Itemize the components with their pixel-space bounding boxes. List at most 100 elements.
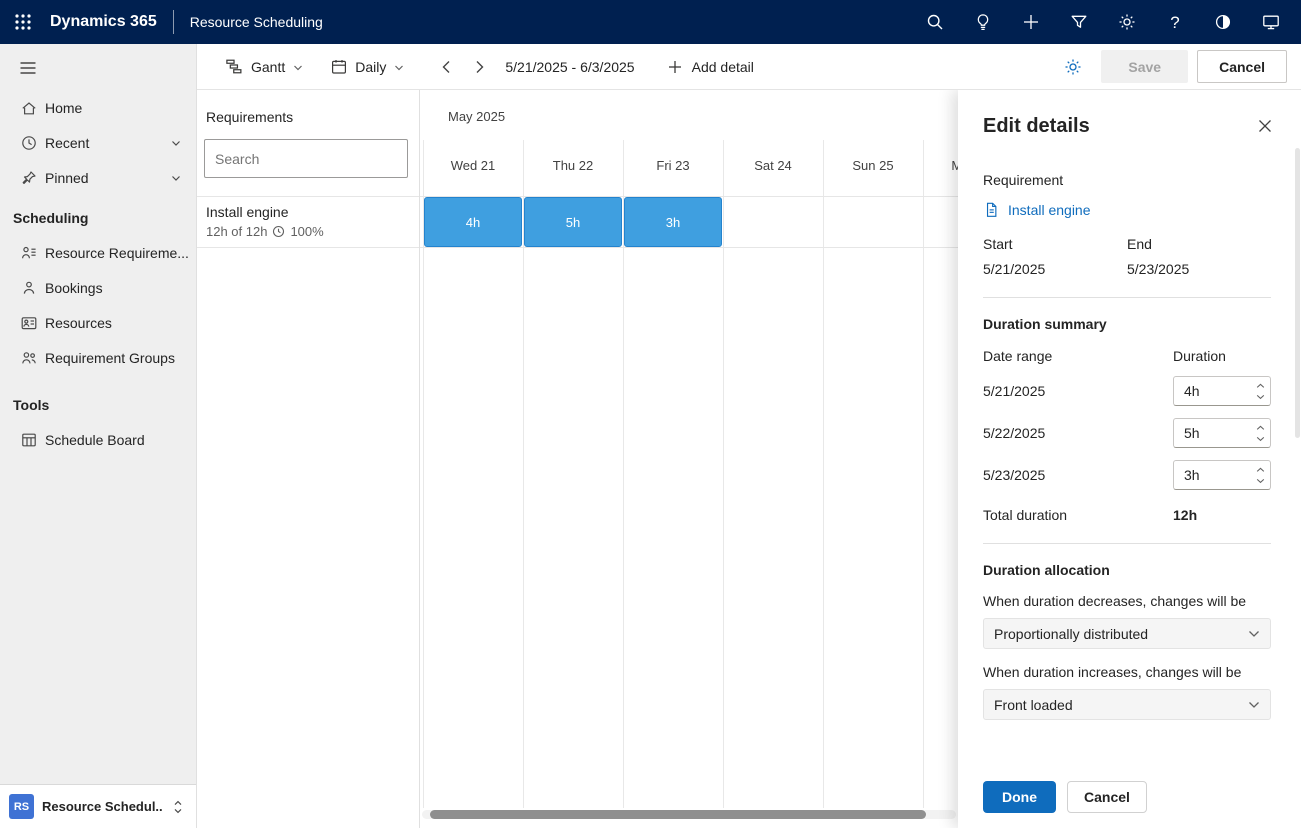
increase-allocation-select[interactable]: Front loaded — [983, 689, 1271, 720]
home-icon — [20, 99, 38, 117]
sidebar-item-pinned[interactable]: Pinned — [0, 160, 196, 195]
gantt-bar-wed21[interactable]: 4h — [424, 197, 522, 247]
duration-row-date: 5/23/2025 — [983, 467, 1046, 483]
increase-allocation-value: Front loaded — [994, 696, 1073, 713]
view-switcher-label: Gantt — [251, 58, 286, 75]
sidebar-item-label: Bookings — [45, 279, 103, 296]
spinner-decrement-button[interactable] — [1253, 477, 1267, 485]
decrease-allocation-select[interactable]: Proportionally distributed — [983, 618, 1271, 649]
calendar-icon — [330, 58, 348, 76]
duration-spinner-value[interactable]: 3h — [1174, 461, 1253, 489]
sidebar-item-schedule-board[interactable]: Schedule Board — [0, 422, 196, 457]
add-detail-button[interactable]: Add detail — [667, 59, 754, 75]
end-label: End — [1127, 236, 1152, 252]
edit-details-panel: Edit details Requirement Install engine … — [958, 90, 1301, 828]
date-range-label: 5/21/2025 - 6/3/2025 — [505, 58, 635, 75]
chevron-down-icon[interactable] — [170, 137, 182, 149]
sidebar-item-home[interactable]: Home — [0, 90, 196, 125]
app-title[interactable]: Resource Scheduling — [190, 14, 323, 30]
sidebar-item-resource-requirements[interactable]: Resource Requireme... — [0, 235, 196, 270]
gantt-month-label: May 2025 — [448, 109, 506, 124]
duration-spinner-value[interactable]: 4h — [1174, 377, 1253, 405]
gantt-chart: May 2025 Wed 21 Thu 22 Fri 23 Sat 24 Sun… — [420, 90, 958, 828]
gantt-day-headers: Wed 21 Thu 22 Fri 23 Sat 24 Sun 25 Mon 2… — [423, 158, 958, 176]
requirement-percent: 100% — [290, 224, 324, 239]
requirement-record-link[interactable]: Install engine — [983, 201, 1271, 218]
sidebar-group-scheduling: Scheduling — [13, 210, 89, 226]
search-icon — [925, 12, 945, 32]
plus-icon — [1021, 12, 1041, 32]
panel-scrollbar-thumb[interactable] — [1295, 148, 1300, 438]
suggestions-button[interactable] — [959, 0, 1007, 44]
panel-cancel-button[interactable]: Cancel — [1067, 781, 1147, 813]
app-badge-label: Resource Schedul... — [42, 799, 162, 814]
spinner-increment-button[interactable] — [1253, 424, 1267, 432]
sidebar-item-bookings[interactable]: Bookings — [0, 270, 196, 305]
spinner-increment-button[interactable] — [1253, 382, 1267, 390]
requirement-name: Install engine — [206, 204, 289, 220]
panel-title: Edit details — [983, 114, 1090, 137]
start-value: 5/21/2025 — [983, 261, 1046, 277]
gantt-toolbar: Gantt Daily 5/21/2025 - 6/3/2025 Add det… — [197, 44, 1301, 90]
spinner-increment-button[interactable] — [1253, 466, 1267, 474]
close-panel-button[interactable] — [1251, 112, 1279, 140]
filter-button[interactable] — [1055, 0, 1103, 44]
contrast-button[interactable] — [1199, 0, 1247, 44]
hamburger-icon — [18, 58, 38, 78]
increase-allocation-label: When duration increases, changes will be — [983, 664, 1242, 680]
sidebar-item-requirement-groups[interactable]: Requirement Groups — [0, 340, 196, 375]
sidebar-item-label: Recent — [45, 134, 90, 151]
requirements-title: Requirements — [206, 109, 294, 125]
zoom-level-label: Daily — [355, 58, 387, 75]
clock-icon — [20, 134, 38, 152]
sidebar-item-resources[interactable]: Resources — [0, 305, 196, 340]
duration-spinner-value[interactable]: 5h — [1174, 419, 1253, 447]
clock-icon — [272, 225, 285, 238]
pin-icon — [20, 169, 38, 187]
requirement-list-item[interactable]: Install engine 12h of 12h 100% — [197, 196, 419, 248]
settings-button[interactable] — [1103, 0, 1151, 44]
zoom-level-dropdown[interactable]: Daily — [330, 58, 405, 76]
sidebar-item-label: Resource Requireme... — [45, 244, 189, 261]
quick-create-button[interactable] — [1007, 0, 1055, 44]
document-icon — [983, 201, 1000, 218]
cancel-button[interactable]: Cancel — [1197, 50, 1287, 83]
spinner-decrement-button[interactable] — [1253, 393, 1267, 401]
duration-spinner[interactable]: 3h — [1173, 460, 1271, 490]
done-button[interactable]: Done — [983, 781, 1056, 813]
requirements-search-input[interactable] — [204, 139, 408, 178]
duration-row: 5/23/2025 3h — [983, 460, 1271, 490]
person-card-icon — [20, 314, 38, 332]
gear-icon — [1117, 12, 1137, 32]
previous-period-button[interactable] — [431, 51, 463, 83]
help-button[interactable]: ? — [1151, 0, 1199, 44]
horizontal-scrollbar[interactable] — [422, 810, 956, 819]
collapse-sidebar-button[interactable] — [6, 46, 50, 90]
sidebar-item-recent[interactable]: Recent — [0, 125, 196, 160]
duration-row-date: 5/21/2025 — [983, 383, 1046, 399]
switch-app-icon — [170, 799, 186, 815]
chevron-down-icon — [393, 62, 405, 74]
sidebar-item-label: Home — [45, 99, 83, 116]
environment-switcher[interactable]: RS Resource Schedul... — [0, 784, 196, 828]
guided-help-button[interactable] — [1247, 0, 1295, 44]
requirement-progress: 12h of 12h — [206, 224, 268, 239]
chevron-down-icon[interactable] — [170, 172, 182, 184]
gantt-settings-button[interactable] — [1053, 47, 1093, 87]
brand-title[interactable]: Dynamics 365 — [50, 13, 157, 31]
monitor-icon — [1261, 12, 1281, 32]
next-period-button[interactable] — [463, 51, 495, 83]
view-switcher-dropdown[interactable]: Gantt — [225, 57, 304, 76]
search-button[interactable] — [911, 0, 959, 44]
duration-spinner[interactable]: 4h — [1173, 376, 1271, 406]
gantt-bar-thu22[interactable]: 5h — [524, 197, 622, 247]
day-header: Sun 25 — [852, 158, 894, 173]
gantt-bar-fri23[interactable]: 3h — [624, 197, 722, 247]
save-button[interactable]: Save — [1101, 50, 1189, 83]
app-launcher-button[interactable] — [0, 0, 46, 44]
spinner-decrement-button[interactable] — [1253, 435, 1267, 443]
duration-spinner[interactable]: 5h — [1173, 418, 1271, 448]
scrollbar-thumb[interactable] — [430, 810, 926, 819]
duration-column-header: Duration — [1173, 348, 1226, 364]
sidebar-item-label: Requirement Groups — [45, 349, 175, 366]
